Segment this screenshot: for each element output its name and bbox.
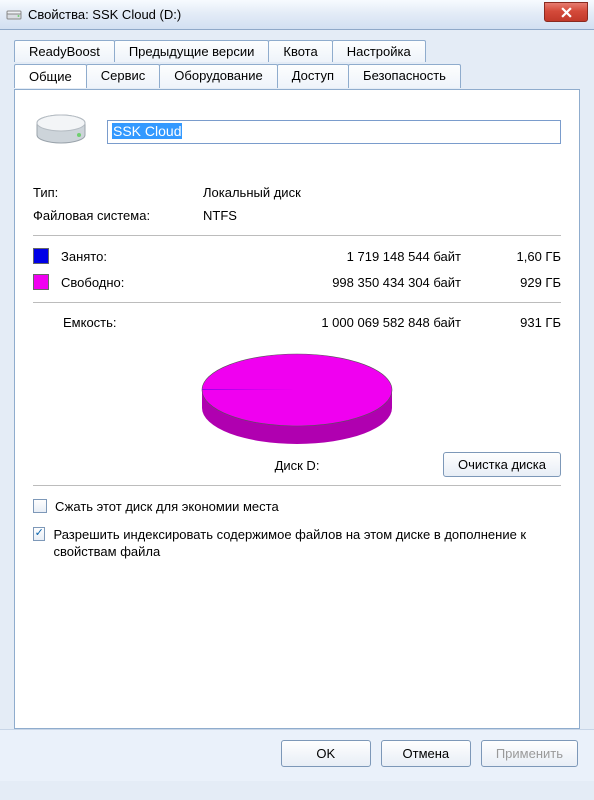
disk-label: Диск D: [275,458,320,473]
separator [33,302,561,303]
free-gb: 929 ГБ [491,275,561,290]
tab-безопасность[interactable]: Безопасность [348,64,461,88]
compress-checkbox[interactable] [33,499,47,513]
apply-button[interactable]: Применить [481,740,578,767]
row-filesystem: Файловая система: NTFS [33,208,561,223]
drive-icon-large [33,108,89,155]
free-swatch [33,274,49,290]
titlebar: Свойства: SSK Cloud (D:) [0,0,594,30]
fs-value: NTFS [203,208,237,223]
index-checkbox[interactable]: ✓ [33,527,45,541]
tab-сервис[interactable]: Сервис [86,64,161,88]
drive-name-value: SSK Cloud [112,123,182,139]
index-checkbox-row[interactable]: ✓ Разрешить индексировать содержимое фай… [33,526,561,561]
dialog-footer: OK Отмена Применить [0,729,594,781]
used-label: Занято: [61,249,181,264]
tab-доступ[interactable]: Доступ [277,64,349,88]
tab-общие[interactable]: Общие [14,64,87,88]
cap-bytes: 1 000 069 582 848 байт [181,315,491,330]
tab-readyboost[interactable]: ReadyBoost [14,40,115,62]
tab-квота[interactable]: Квота [268,40,332,62]
used-swatch [33,248,49,264]
tab-предыдущие версии[interactable]: Предыдущие версии [114,40,270,62]
separator [33,485,561,486]
compress-checkbox-row[interactable]: Сжать этот диск для экономии места [33,498,561,516]
cap-label: Емкость: [63,315,181,330]
type-label: Тип: [33,185,203,200]
free-bytes: 998 350 434 304 байт [181,275,491,290]
tab-оборудование[interactable]: Оборудование [159,64,277,88]
disk-cleanup-button[interactable]: Очистка диска [443,452,561,477]
row-used: Занято: 1 719 148 544 байт 1,60 ГБ [33,248,561,264]
used-gb: 1,60 ГБ [491,249,561,264]
row-free: Свободно: 998 350 434 304 байт 929 ГБ [33,274,561,290]
close-button[interactable] [544,2,588,22]
compress-label: Сжать этот диск для экономии места [55,498,279,516]
ok-button[interactable]: OK [281,740,371,767]
tab-panel-general: SSK Cloud Тип: Локальный диск Файловая с… [14,89,580,729]
cancel-button[interactable]: Отмена [381,740,471,767]
used-bytes: 1 719 148 544 байт [181,249,491,264]
row-capacity: Емкость: 1 000 069 582 848 байт 931 ГБ [33,315,561,330]
row-type: Тип: Локальный диск [33,185,561,200]
cap-gb: 931 ГБ [491,315,561,330]
tab-настройка[interactable]: Настройка [332,40,426,62]
free-label: Свободно: [61,275,181,290]
index-label: Разрешить индексировать содержимое файло… [53,526,561,561]
drive-icon [6,7,22,23]
tab-strip: ReadyBoostПредыдущие версииКвотаНастройк… [14,40,580,90]
window-title: Свойства: SSK Cloud (D:) [28,7,181,22]
fs-label: Файловая система: [33,208,203,223]
separator [33,235,561,236]
usage-pie-chart [33,344,561,454]
type-value: Локальный диск [203,185,301,200]
drive-name-input[interactable]: SSK Cloud [107,120,561,144]
